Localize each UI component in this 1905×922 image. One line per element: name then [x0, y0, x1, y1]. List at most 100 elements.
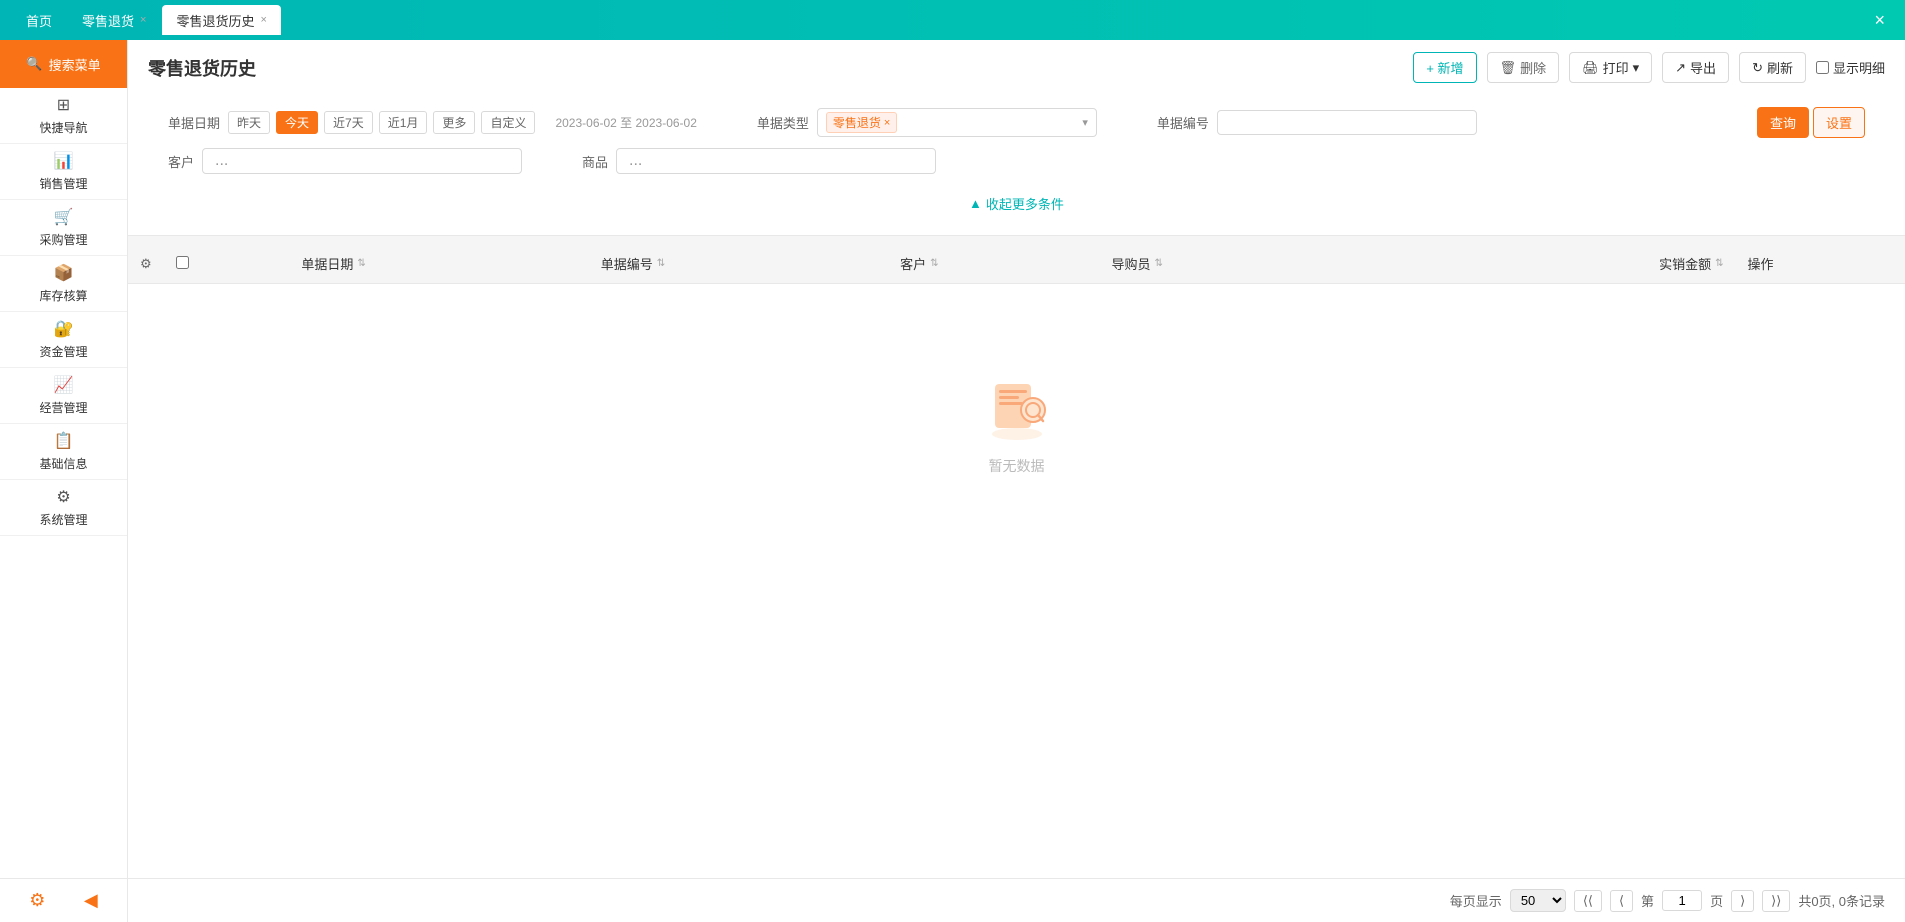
display-detail-input[interactable] [1816, 61, 1829, 74]
bill-type-dropdown-icon[interactable]: ▾ [1082, 116, 1088, 129]
th-bill-no[interactable]: 单据编号 ⇅ [589, 244, 888, 284]
display-detail-checkbox[interactable]: 显示明细 [1816, 58, 1885, 77]
sidebar-item-finance[interactable]: 🔐 资金管理 [0, 312, 127, 368]
sidebar-item-basic-info[interactable]: 📋 基础信息 [0, 424, 127, 480]
select-all-checkbox[interactable] [176, 256, 189, 269]
page-number-input[interactable] [1662, 890, 1702, 911]
page-title-row: 零售退货历史 + 新增 🗑 删除 🖨 打印 ▾ ↗ 导出 [148, 52, 1885, 83]
customer-label: 客户 [168, 152, 194, 171]
prev-page-button[interactable]: ⟨ [1610, 890, 1633, 912]
sidebar-nav: ⊞ 快捷导航 📊 销售管理 🛒 采购管理 📦 库存核算 🔐 资金管理 📈 [0, 88, 127, 878]
collapse-icon: ▲ [969, 196, 982, 211]
bill-type-tag: 零售退货 × [826, 112, 897, 133]
tab-retail-return-history[interactable]: 零售退货历史 × [162, 5, 280, 35]
tab-home[interactable]: 首页 [12, 5, 66, 35]
sidebar-search[interactable]: 🔍 搜索菜单 [0, 40, 127, 88]
sidebar-search-label: 搜索菜单 [49, 55, 101, 74]
page-word: 第 [1641, 891, 1654, 910]
new-button[interactable]: + 新增 [1413, 52, 1476, 83]
sidebar-item-quick-nav[interactable]: ⊞ 快捷导航 [0, 88, 127, 144]
date-range-text: 2023-06-02 至 2023-06-02 [555, 114, 696, 131]
sidebar-item-label: 系统管理 [39, 511, 87, 528]
page-title: 零售退货历史 [148, 55, 256, 81]
settings-button[interactable]: 设置 [1813, 107, 1865, 138]
query-actions: 查询 设置 [1757, 107, 1865, 138]
th-operation: 操作 [1736, 244, 1905, 284]
query-button[interactable]: 查询 [1757, 107, 1809, 138]
sort-date-icon: ⇅ [357, 258, 365, 269]
sidebar-item-system[interactable]: ⚙ 系统管理 [0, 480, 127, 536]
print-button[interactable]: 🖨 打印 ▾ [1569, 52, 1652, 83]
sales-icon: 📊 [54, 151, 74, 171]
page-unit: 页 [1710, 891, 1723, 910]
refresh-icon: ↻ [1752, 60, 1763, 76]
empty-text: 暂无数据 [989, 456, 1045, 476]
print-dropdown-icon: ▾ [1633, 60, 1640, 76]
date-yesterday[interactable]: 昨天 [228, 111, 270, 134]
first-page-button[interactable]: ⟨⟨ [1574, 890, 1602, 912]
goods-input[interactable]: ... [616, 148, 936, 174]
table-settings-icon[interactable]: ⚙ [140, 256, 152, 271]
tab-close-history[interactable]: × [260, 14, 266, 26]
filter-row-1: 单据日期 昨天 今天 近7天 近1月 更多 自定义 2023-06-02 至 2… [168, 107, 1865, 138]
date-7days[interactable]: 近7天 [324, 111, 373, 134]
date-filter-label: 单据日期 [168, 113, 220, 132]
customer-dots[interactable]: ... [211, 152, 232, 170]
sidebar-item-sales[interactable]: 📊 销售管理 [0, 144, 127, 200]
search-icon: 🔍 [26, 56, 42, 72]
goods-label: 商品 [582, 152, 608, 171]
sort-billno-icon: ⇅ [657, 258, 665, 269]
date-1month[interactable]: 近1月 [379, 111, 428, 134]
quick-nav-icon: ⊞ [54, 95, 74, 115]
refresh-button[interactable]: ↻ 刷新 [1739, 52, 1806, 83]
bill-no-input[interactable] [1217, 110, 1477, 135]
inventory-icon: 📦 [54, 263, 74, 283]
sidebar-item-inventory[interactable]: 📦 库存核算 [0, 256, 127, 312]
bill-no-label: 单据编号 [1157, 113, 1209, 132]
sidebar-item-label: 采购管理 [39, 231, 87, 248]
tab-close-retail[interactable]: × [140, 14, 146, 26]
bill-type-input[interactable]: 零售退货 × ▾ [817, 108, 1097, 137]
bill-type-label: 单据类型 [757, 113, 809, 132]
sidebar-item-operation[interactable]: 📈 经营管理 [0, 368, 127, 424]
export-icon: ↗ [1675, 60, 1686, 76]
tab-retail-return[interactable]: 零售退货 × [68, 5, 160, 35]
page-size-select[interactable]: 50 20 100 [1510, 889, 1566, 912]
top-bar-right: × [1866, 10, 1893, 31]
page-total: 共0页, 0条记录 [1798, 891, 1885, 910]
date-more[interactable]: 更多 [433, 111, 475, 134]
th-checkbox [164, 244, 289, 284]
window-close-button[interactable]: × [1866, 10, 1893, 31]
th-customer[interactable]: 客户 ⇅ [888, 244, 1099, 284]
data-table: ⚙ 单据日期 ⇅ 单据编号 [128, 244, 1905, 284]
settings-bottom-icon[interactable]: ⚙ [29, 890, 45, 911]
customer-input[interactable]: ... [202, 148, 522, 174]
th-amount[interactable]: 实销金额 ⇅ [1436, 244, 1735, 284]
empty-icon [977, 364, 1057, 444]
date-range-display: 2023-06-02 至 2023-06-02 [555, 114, 696, 131]
system-icon: ⚙ [54, 487, 74, 507]
date-custom[interactable]: 自定义 [481, 111, 535, 134]
th-date[interactable]: 单据日期 ⇅ [289, 244, 588, 284]
th-guide[interactable]: 导购员 ⇅ [1099, 244, 1354, 284]
sidebar: 🔍 搜索菜单 ⊞ 快捷导航 📊 销售管理 🛒 采购管理 📦 库存核算 🔐 [0, 40, 128, 922]
sidebar-item-purchase[interactable]: 🛒 采购管理 [0, 200, 127, 256]
bill-no-filter: 单据编号 [1157, 110, 1477, 135]
last-page-button[interactable]: ⟩⟩ [1762, 890, 1790, 912]
collapse-sidebar-icon[interactable]: ◀ [84, 890, 98, 911]
export-button[interactable]: ↗ 导出 [1662, 52, 1729, 83]
content-area: 零售退货历史 + 新增 🗑 删除 🖨 打印 ▾ ↗ 导出 [128, 40, 1905, 922]
sidebar-item-label: 库存核算 [39, 287, 87, 304]
bill-type-tag-close[interactable]: × [884, 117, 890, 129]
collapse-button[interactable]: ▲ 收起更多条件 [957, 188, 1076, 219]
page-actions: + 新增 🗑 删除 🖨 打印 ▾ ↗ 导出 ↻ [1413, 52, 1885, 83]
sort-customer-icon: ⇅ [930, 258, 938, 269]
delete-button[interactable]: 🗑 删除 [1487, 52, 1560, 83]
empty-state: 暂无数据 [128, 284, 1905, 556]
goods-dots[interactable]: ... [625, 152, 646, 170]
table-header: ⚙ 单据日期 ⇅ 单据编号 [128, 244, 1905, 284]
delete-icon: 🗑 [1500, 60, 1517, 76]
date-today[interactable]: 今天 [276, 111, 318, 134]
next-page-button[interactable]: ⟩ [1731, 890, 1754, 912]
page-header: 零售退货历史 + 新增 🗑 删除 🖨 打印 ▾ ↗ 导出 [128, 40, 1905, 236]
